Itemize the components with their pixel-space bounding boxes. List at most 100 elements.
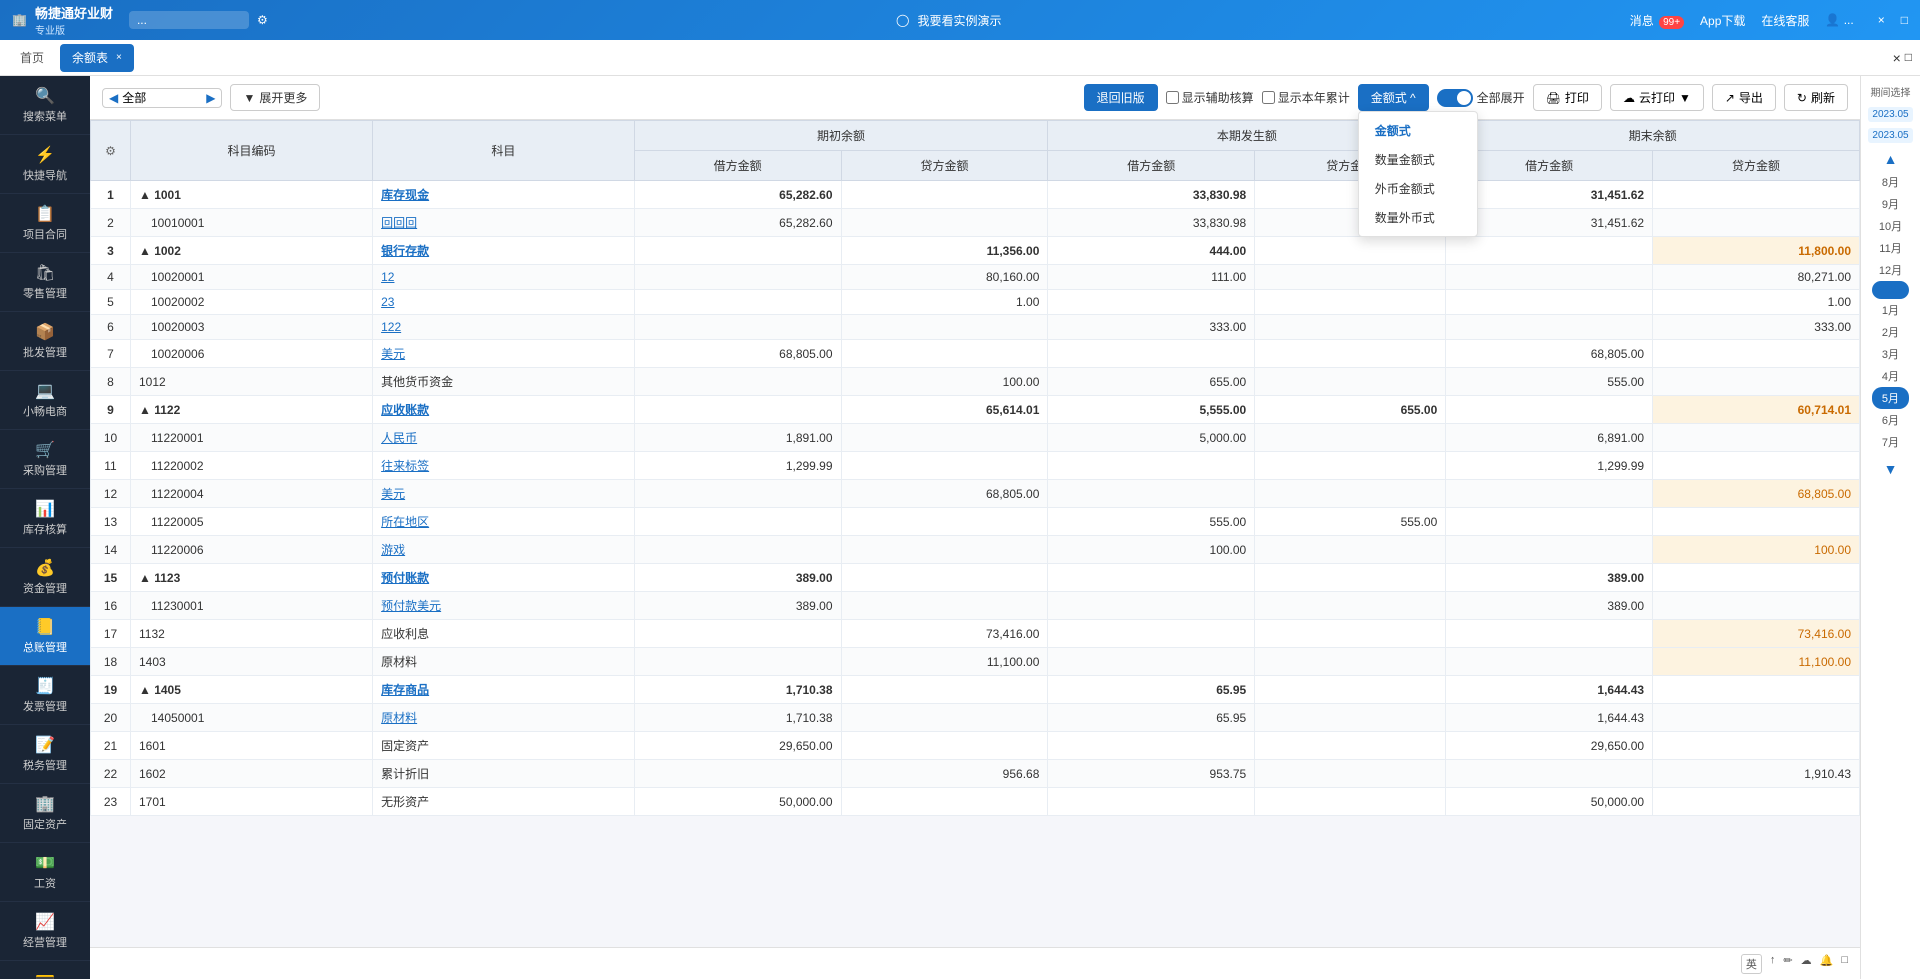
cloud-icon[interactable]: ☁ [1801, 954, 1812, 974]
row-amount-cell: 80,271.00 [1653, 265, 1860, 290]
row-subject[interactable]: 应收利息 [373, 620, 635, 648]
bell-icon[interactable]: 🔔 [1820, 954, 1834, 974]
cloud-print-btn[interactable]: ☁ 云打印 ▼ [1610, 84, 1704, 111]
collapse-right-panel-btn[interactable]: ▲ [1884, 151, 1898, 167]
sidebar-item-ledger[interactable]: 📒 总账管理 [0, 607, 90, 666]
row-subject[interactable]: 固定资产 [373, 732, 635, 760]
month-item[interactable]: 11月 [1872, 237, 1908, 259]
row-subject[interactable]: 库存商品 [373, 676, 635, 704]
sidebar-item-salary[interactable]: 💵 工资 [0, 843, 90, 902]
search-input[interactable] [122, 91, 202, 105]
online-service-btn[interactable]: 在线客服 [1761, 12, 1809, 29]
view-mode-qty-foreign[interactable]: 数量外币式 [1359, 203, 1477, 232]
tab-window-close-icon[interactable]: × [1893, 50, 1901, 66]
user-avatar[interactable]: 👤 ... [1825, 13, 1853, 27]
row-subject[interactable]: 无形资产 [373, 788, 635, 816]
row-subject[interactable]: 应收账款 [373, 396, 635, 424]
show-auxiliary-checkbox[interactable]: 显示辅助核算 [1166, 89, 1254, 106]
sidebar-item-wholesale[interactable]: 📦 批发管理 [0, 312, 90, 371]
sidebar-item-tax[interactable]: 📝 税务管理 [0, 725, 90, 784]
view-mode-foreign[interactable]: 外币金额式 [1359, 174, 1477, 203]
tab-close-icon[interactable]: × [116, 52, 122, 63]
row-subject[interactable]: 累计折旧 [373, 760, 635, 788]
sidebar-item-expense[interactable]: 💳 小畅报销 [0, 961, 90, 979]
row-subject[interactable]: 美元 [373, 340, 635, 368]
month-item[interactable]: 5月 [1872, 387, 1908, 409]
print-btn[interactable]: 🖨 打印 [1533, 84, 1602, 111]
month-item[interactable]: 10月 [1872, 215, 1908, 237]
sidebar-item-invoice[interactable]: 🧾 发票管理 [0, 666, 90, 725]
view-mode-amount[interactable]: 金额式 [1359, 116, 1477, 145]
row-subject[interactable]: 回回回 [373, 209, 635, 237]
row-subject[interactable]: 原材料 [373, 704, 635, 732]
row-subject[interactable]: 游戏 [373, 536, 635, 564]
row-subject[interactable]: 人民币 [373, 424, 635, 452]
row-subject[interactable]: 美元 [373, 480, 635, 508]
row-subject[interactable]: 库存现金 [373, 181, 635, 209]
view-mode-dropdown[interactable]: 金额式 ^ 金额式 数量金额式 外币金额式 数量外币式 [1358, 84, 1429, 111]
expand-more-btn[interactable]: ▼ 展开更多 [230, 84, 320, 111]
expand-all-toggle[interactable]: 全部展开 [1437, 89, 1525, 107]
month-item[interactable]: 12月 [1872, 259, 1908, 281]
url-bar[interactable]: ... [129, 11, 249, 29]
row-amount-cell: 11,100.00 [1653, 648, 1860, 676]
month-item[interactable]: 3月 [1872, 343, 1908, 365]
month-item[interactable]: 2023 [1872, 281, 1908, 299]
month-item[interactable]: 2月 [1872, 321, 1908, 343]
table-row: 9▲ 1122应收账款65,614.015,555.00655.0060,714… [91, 396, 1860, 424]
sidebar-item-business[interactable]: 📈 经营管理 [0, 902, 90, 961]
sidebar-item-project[interactable]: 📋 项目合同 [0, 194, 90, 253]
row-subject[interactable]: 往来标签 [373, 452, 635, 480]
row-subject[interactable]: 所在地区 [373, 508, 635, 536]
refresh-btn[interactable]: ↻ 刷新 [1784, 84, 1848, 111]
month-item[interactable]: 8月 [1872, 171, 1908, 193]
row-subject[interactable]: 预付款美元 [373, 592, 635, 620]
year-range-start[interactable]: 2023.05 [1868, 107, 1912, 122]
row-subject[interactable]: 122 [373, 315, 635, 340]
app-download-btn[interactable]: App下载 [1700, 12, 1745, 29]
sidebar-item-retail[interactable]: 🛍 零售管理 [0, 253, 90, 312]
view-mode-qty-amount[interactable]: 数量金额式 [1359, 145, 1477, 174]
month-item[interactable]: 9月 [1872, 193, 1908, 215]
export-btn[interactable]: ↗ 导出 [1712, 84, 1776, 111]
row-subject[interactable]: 其他货币资金 [373, 368, 635, 396]
view-mode-btn[interactable]: 金额式 ^ [1358, 84, 1429, 111]
return-old-btn[interactable]: 退回旧版 [1084, 84, 1158, 111]
sidebar-item-ecommerce[interactable]: 💻 小畅电商 [0, 371, 90, 430]
month-item[interactable]: 1月 [1872, 299, 1908, 321]
row-subject[interactable]: 预付账款 [373, 564, 635, 592]
month-item[interactable]: 7月 [1872, 431, 1908, 453]
lang-btn[interactable]: 英 [1741, 954, 1762, 974]
row-subject[interactable]: 12 [373, 265, 635, 290]
sidebar-item-search[interactable]: 🔍 搜索菜单 [0, 76, 90, 135]
nav-back-icon[interactable]: ◀ [109, 91, 118, 105]
sidebar-item-inventory[interactable]: 📊 库存核算 [0, 489, 90, 548]
sidebar-item-assets[interactable]: 🏢 固定资产 [0, 784, 90, 843]
row-subject[interactable]: 23 [373, 290, 635, 315]
toggle-switch[interactable] [1437, 89, 1473, 107]
demo-link[interactable]: ◯ 我要看实例演示 [896, 12, 1001, 29]
settings-icon[interactable]: ⚙ [257, 13, 268, 27]
row-subject[interactable]: 原材料 [373, 648, 635, 676]
show-year-total-checkbox[interactable]: 显示本年累计 [1262, 89, 1350, 106]
nav-forward-icon[interactable]: ▶ [206, 91, 215, 105]
month-item[interactable]: 4月 [1872, 365, 1908, 387]
window-close-btn[interactable]: × [1878, 13, 1885, 27]
row-subject[interactable]: 银行存款 [373, 237, 635, 265]
month-item[interactable]: 6月 [1872, 409, 1908, 431]
sidebar-item-capital[interactable]: 💰 资金管理 [0, 548, 90, 607]
tab-restore-icon[interactable]: □ [1905, 50, 1912, 66]
search-box[interactable]: ◀ ▶ [102, 88, 222, 108]
edit-icon[interactable]: ✏ [1783, 954, 1792, 974]
window-icon[interactable]: □ [1841, 954, 1848, 974]
up-icon[interactable]: ↑ [1770, 954, 1776, 974]
tab-balance[interactable]: 余额表 × [60, 44, 134, 72]
col-settings-header[interactable]: ⚙ [91, 121, 131, 181]
expand-right-panel-btn[interactable]: ▼ [1884, 461, 1898, 477]
message-btn[interactable]: 消息 99+ [1630, 12, 1684, 29]
sidebar-item-quick-nav[interactable]: ⚡ 快捷导航 [0, 135, 90, 194]
window-restore-btn[interactable]: □ [1901, 13, 1908, 27]
sidebar-item-purchase[interactable]: 🛒 采购管理 [0, 430, 90, 489]
year-range-end[interactable]: 2023.05 [1868, 128, 1912, 143]
tab-home[interactable]: 首页 [8, 44, 56, 72]
